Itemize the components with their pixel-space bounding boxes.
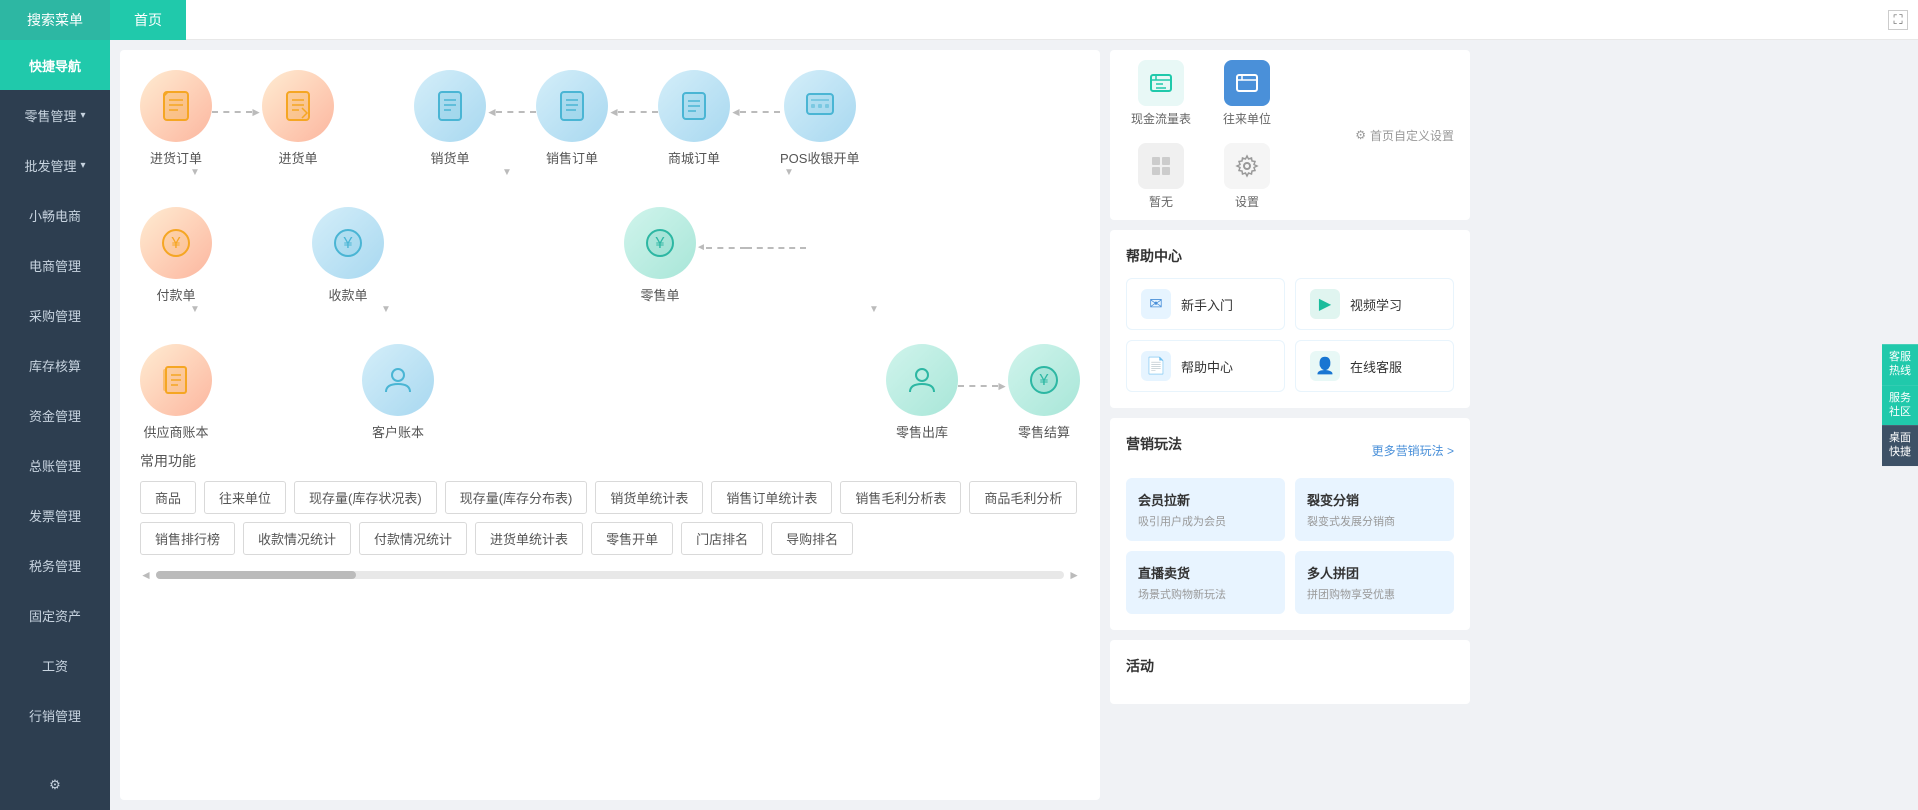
func-btn-5[interactable]: 销售订单统计表 [711,481,832,514]
func-btn-10[interactable]: 付款情况统计 [359,522,467,555]
tab-home[interactable]: 首页 [110,0,186,40]
help-item-video[interactable]: ▶ 视频学习 [1295,278,1454,330]
func-btn-3[interactable]: 现存量(库存分布表) [445,481,588,514]
cashflow-icon [1138,60,1184,106]
svg-text:¥: ¥ [1039,372,1049,389]
marketing-title: 营销玩法 [1126,434,1182,454]
func-btn-11[interactable]: 进货单统计表 [475,522,583,555]
sidebar-item-fixed-assets[interactable]: 固定资产 [0,590,110,640]
svg-text:¥: ¥ [343,235,353,252]
float-btn-service[interactable]: 客服热线 [1882,344,1918,385]
node-payment[interactable]: ¥ 付款单 [140,207,212,304]
quick-nav-item-cashflow[interactable]: 现金流量表 [1126,60,1196,127]
sidebar-item-inventory[interactable]: 库存核算 [0,340,110,390]
quick-nav-bar: 现金流量表 往来单位 暂无 [1110,50,1470,220]
float-btn-desktop[interactable]: 桌面快捷 [1882,425,1918,466]
func-btn-13[interactable]: 门店排名 [681,522,763,555]
func-btn-12[interactable]: 零售开单 [591,522,673,555]
sidebar-item-ledger[interactable]: 总账管理 [0,440,110,490]
activity-section: 活动 [1110,640,1470,704]
svg-text:¥: ¥ [655,235,665,252]
scroll-track[interactable] [156,571,1064,579]
quick-nav-settings-link[interactable]: ⚙ 首页自定义设置 [1355,127,1454,144]
right-panel: 现金流量表 往来单位 暂无 [1110,50,1470,800]
none-icon [1138,143,1184,189]
help-grid: ✉ 新手入门 ▶ 视频学习 📄 帮助中心 👤 [1126,278,1454,392]
floating-buttons: 客服热线 服务社区 桌面快捷 [1882,344,1918,466]
func-btn-0[interactable]: 商品 [140,481,196,514]
func-btn-8[interactable]: 销售排行榜 [140,522,235,555]
sidebar-item-marketing-mgmt[interactable]: 行销管理 [0,690,110,740]
search-menu[interactable]: 搜索菜单 [0,0,110,40]
node-retail-settlement[interactable]: ¥ 零售结算 [1008,344,1080,441]
marketing-section: 营销玩法 更多营销玩法 > 会员拉新 吸引用户成为会员 裂变分销 裂变式发展分销… [1110,418,1470,630]
sidebar-item-invoice[interactable]: 发票管理 [0,490,110,540]
node-sales-bill[interactable]: 销货单 [414,70,486,167]
person-icon: 👤 [1310,351,1340,381]
node-mall-order[interactable]: 商城订单 [658,70,730,167]
func-btn-1[interactable]: 往来单位 [204,481,286,514]
scroll-left-arrow[interactable]: ◄ [140,568,152,582]
node-customer-ledger[interactable]: 客户账本 [362,344,434,441]
node-sales-order[interactable]: 销售订单 [536,70,608,167]
node-retail-bill[interactable]: ¥ 零售单 [624,207,696,304]
more-marketing-link[interactable]: 更多营销玩法 > [1372,442,1454,459]
sidebar-item-tax[interactable]: 税务管理 [0,540,110,590]
node-pos[interactable]: POS收银开单 [780,70,859,167]
sidebar-item-wholesale[interactable]: 批发管理 ▾ [0,140,110,190]
expand-icon[interactable]: ⛶ [1888,10,1908,30]
sidebar: 快捷导航 零售管理 ▾ 批发管理 ▾ 小畅电商 电商管理 采购管理 库存核算 资… [0,40,110,810]
marketing-item-live[interactable]: 直播卖货 场景式购物新玩法 [1126,551,1285,614]
sidebar-item-nav[interactable]: 快捷导航 [0,40,110,90]
workflow-panel: 进货订单 ► 进货单 [120,50,1100,800]
node-retail-outbound[interactable]: 零售出库 [886,344,958,441]
node-supplier-ledger[interactable]: 供应商账本 [140,344,212,441]
node-purchase-order[interactable]: 进货订单 [140,70,212,167]
node-receipt[interactable]: ¥ 收款单 [312,207,384,304]
marketing-grid: 会员拉新 吸引用户成为会员 裂变分销 裂变式发展分销商 直播卖货 场景式购物新玩… [1126,478,1454,614]
quick-nav-item-contacts[interactable]: 往来单位 [1212,60,1282,127]
activity-title: 活动 [1126,656,1454,676]
marketing-item-member[interactable]: 会员拉新 吸引用户成为会员 [1126,478,1285,541]
chevron-down-icon: ▾ [80,110,85,121]
quick-nav-item-none[interactable]: 暂无 [1126,143,1196,210]
help-center-title: 帮助中心 [1126,246,1454,266]
help-item-beginner[interactable]: ✉ 新手入门 [1126,278,1285,330]
function-buttons-grid: 商品 往来单位 现存量(库存状况表) 现存量(库存分布表) 销货单统计表 销售订… [140,481,1080,555]
sidebar-item-salary[interactable]: 工资 [0,640,110,690]
marketing-item-group[interactable]: 多人拼团 拼团购物享受优惠 [1295,551,1454,614]
quick-nav-item-settings[interactable]: 设置 [1212,143,1282,210]
func-btn-6[interactable]: 销售毛利分析表 [840,481,961,514]
node-purchase-bill[interactable]: 进货单 [262,70,334,167]
chevron-down-icon: ▾ [80,160,85,171]
help-item-help-center[interactable]: 📄 帮助中心 [1126,340,1285,392]
func-btn-9[interactable]: 收款情况统计 [243,522,351,555]
mail-icon: ✉ [1141,289,1171,319]
func-btn-14[interactable]: 导购排名 [771,522,853,555]
svg-text:¥: ¥ [171,235,181,252]
sidebar-item-retail[interactable]: 零售管理 ▾ [0,90,110,140]
sidebar-item-ecommerce-mgmt[interactable]: 电商管理 [0,240,110,290]
settings-icon [1224,143,1270,189]
float-btn-community[interactable]: 服务社区 [1882,385,1918,426]
play-icon: ▶ [1310,289,1340,319]
scroll-right-arrow[interactable]: ► [1068,568,1080,582]
sidebar-item-purchase[interactable]: 采购管理 [0,290,110,340]
scroll-thumb[interactable] [156,571,356,579]
help-center: 帮助中心 ✉ 新手入门 ▶ 视频学习 📄 帮助中心 [1110,230,1470,408]
settings-icon-sidebar[interactable]: ⚙ [0,760,110,810]
common-functions: 常用功能 商品 往来单位 现存量(库存状况表) 现存量(库存分布表) 销货单统计… [140,451,1080,555]
common-functions-title: 常用功能 [140,451,1080,471]
sidebar-item-finance[interactable]: 资金管理 [0,390,110,440]
func-btn-7[interactable]: 商品毛利分析 [969,481,1077,514]
help-item-online-service[interactable]: 👤 在线客服 [1295,340,1454,392]
func-btn-2[interactable]: 现存量(库存状况表) [294,481,437,514]
func-btn-4[interactable]: 销货单统计表 [595,481,703,514]
doc-icon: 📄 [1141,351,1171,381]
sidebar-item-ecommerce-small[interactable]: 小畅电商 [0,190,110,240]
marketing-item-fission[interactable]: 裂变分销 裂变式发展分销商 [1295,478,1454,541]
contacts-icon [1224,60,1270,106]
